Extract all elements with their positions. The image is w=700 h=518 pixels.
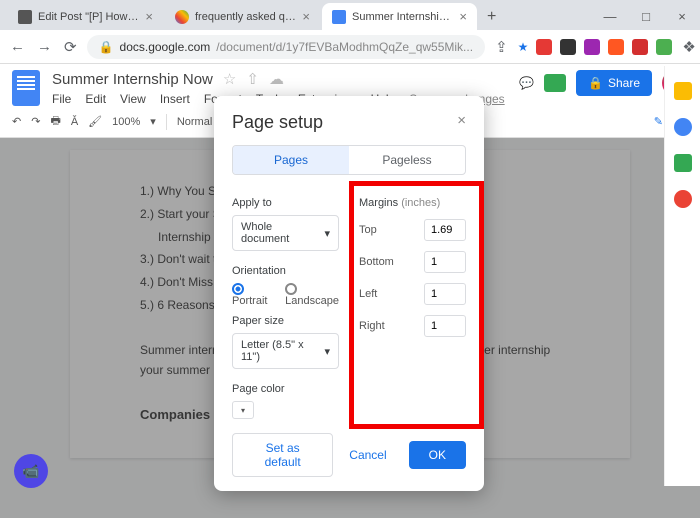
browser-tab-strip: Edit Post "[P] How to Change× frequently… — [0, 0, 700, 30]
meet-icon[interactable] — [544, 74, 566, 92]
share-icon[interactable]: ⇪ — [493, 36, 510, 58]
lock-icon: 🔒 — [588, 76, 603, 90]
paper-size-select[interactable]: Letter (8.5" x 11") ▾ — [232, 333, 339, 369]
ext-icon[interactable] — [560, 39, 576, 55]
paint-icon[interactable]: 🖌 — [88, 115, 102, 128]
maps-icon[interactable] — [674, 190, 692, 208]
tab-2[interactable]: Summer Internship Now - Go...× — [322, 3, 477, 30]
lock-icon: 🔒 — [99, 40, 114, 54]
menu-view[interactable]: View — [120, 92, 146, 106]
menu-insert[interactable]: Insert — [160, 92, 190, 106]
ext-icon[interactable] — [608, 39, 624, 55]
portrait-radio[interactable]: Portrait — [232, 283, 271, 307]
url-field[interactable]: 🔒 docs.google.com/document/d/1y7fEVBaMod… — [87, 35, 485, 59]
new-tab-button[interactable]: + — [479, 4, 504, 30]
keep-icon[interactable] — [674, 82, 692, 100]
maximize-icon[interactable]: □ — [628, 2, 664, 30]
ext-icon[interactable] — [632, 39, 648, 55]
address-bar: ← → ⟳ 🔒 docs.google.com/document/d/1y7fE… — [0, 30, 700, 64]
back-icon[interactable]: ← — [8, 36, 27, 57]
forward-icon[interactable]: → — [35, 36, 54, 57]
orientation-label: Orientation — [232, 265, 339, 277]
tab-1[interactable]: frequently asked questions al...× — [165, 3, 320, 30]
page-color-label: Page color — [232, 383, 339, 395]
reload-icon[interactable]: ⟳ — [62, 36, 79, 58]
spellcheck-icon[interactable]: Ǎ — [71, 116, 78, 128]
margins-label: Margins — [359, 197, 398, 209]
close-icon[interactable]: × — [457, 112, 466, 133]
close-icon[interactable]: × — [302, 9, 310, 24]
star-icon[interactable]: ☆ — [223, 70, 236, 88]
menu-file[interactable]: File — [52, 92, 71, 106]
paper-size-label: Paper size — [232, 315, 339, 327]
ok-button[interactable]: OK — [409, 441, 466, 469]
chevron-down-icon: ▾ — [241, 406, 245, 415]
zoom-select[interactable]: 100% — [112, 116, 140, 128]
margin-top-input[interactable] — [424, 219, 466, 241]
tab-pages[interactable]: Pages — [233, 146, 349, 174]
star-icon[interactable]: ★ — [518, 40, 529, 54]
share-button[interactable]: 🔒Share — [576, 70, 652, 96]
contacts-icon[interactable] — [674, 154, 692, 172]
margin-bottom-input[interactable] — [424, 251, 466, 273]
cancel-button[interactable]: Cancel — [333, 441, 402, 469]
landscape-radio[interactable]: Landscape — [285, 283, 339, 307]
page-color-select[interactable]: ▾ — [232, 401, 254, 419]
side-panel — [664, 66, 700, 486]
apply-to-select[interactable]: Whole document ▾ — [232, 215, 339, 251]
apply-to-label: Apply to — [232, 197, 339, 209]
cloud-icon[interactable]: ☁ — [269, 70, 284, 88]
ext-icon[interactable] — [584, 39, 600, 55]
set-default-button[interactable]: Set as default — [232, 433, 333, 477]
close-window-icon[interactable]: × — [664, 2, 700, 30]
close-icon[interactable]: × — [145, 9, 153, 24]
tasks-icon[interactable] — [674, 118, 692, 136]
chevron-down-icon: ▾ — [324, 227, 330, 240]
tab-pageless[interactable]: Pageless — [349, 146, 465, 174]
move-icon[interactable]: ⇧ — [246, 70, 259, 88]
docs-logo-icon[interactable] — [12, 70, 40, 106]
chevron-down-icon: ▾ — [324, 345, 330, 358]
margin-right-input[interactable] — [424, 315, 466, 337]
comment-icon[interactable]: 💬 — [519, 76, 534, 90]
dialog-title: Page setup — [232, 112, 323, 133]
page-setup-dialog: Page setup × Pages Pageless Apply to Whol… — [214, 96, 484, 491]
doc-title[interactable]: Summer Internship Now — [52, 71, 213, 88]
minimize-icon[interactable]: — — [592, 2, 628, 30]
ext-icon[interactable] — [536, 39, 552, 55]
print-icon[interactable]: 🖶 — [50, 112, 60, 131]
menu-edit[interactable]: Edit — [85, 92, 106, 106]
ext-icon[interactable] — [656, 39, 672, 55]
redo-icon[interactable]: ↷ — [31, 115, 40, 128]
tab-0[interactable]: Edit Post "[P] How to Change× — [8, 3, 163, 30]
meet-fab[interactable]: 📹 — [14, 454, 48, 488]
margin-left-input[interactable] — [424, 283, 466, 305]
undo-icon[interactable]: ↶ — [12, 115, 21, 128]
close-icon[interactable]: × — [459, 9, 467, 24]
extensions-icon[interactable]: ❖ — [680, 36, 697, 58]
